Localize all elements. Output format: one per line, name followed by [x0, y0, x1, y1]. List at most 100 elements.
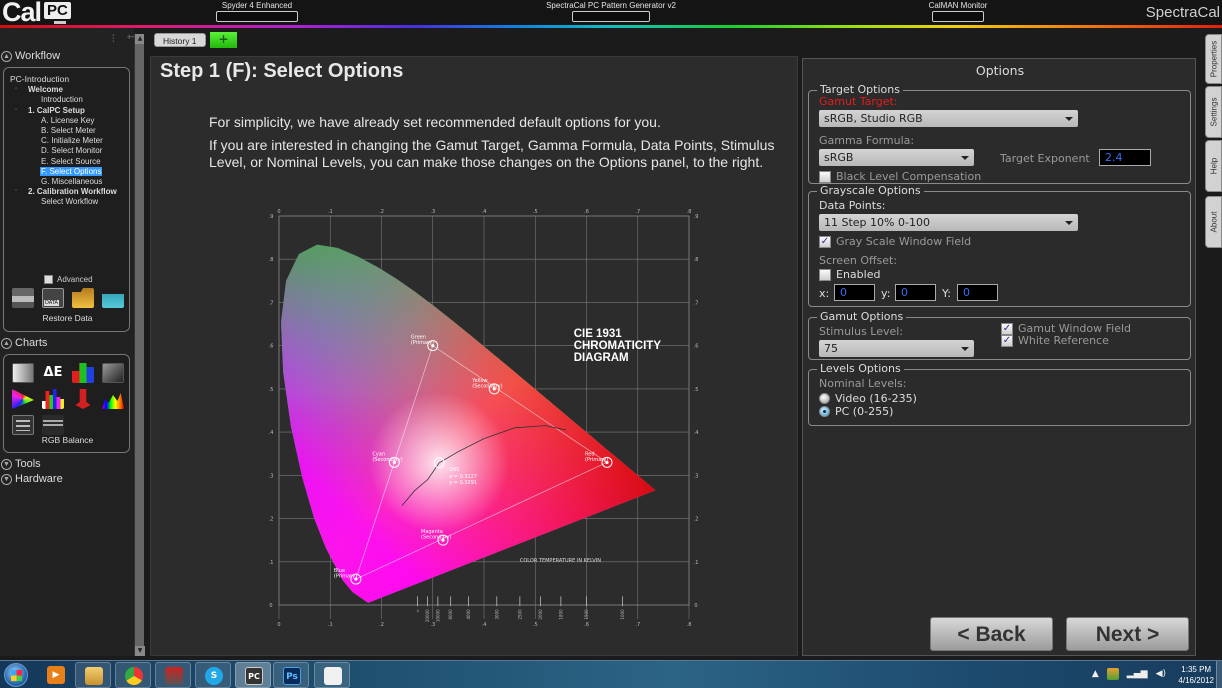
action-center-icon[interactable] [1106, 668, 1119, 680]
tree-item[interactable]: D. Select Monitor [10, 146, 117, 156]
checkbox-box[interactable] [819, 170, 831, 183]
file-explorer-icon[interactable] [75, 662, 111, 688]
upload-icon[interactable] [102, 294, 124, 308]
pc-levels-radio[interactable]: PC (0-255) [819, 405, 893, 418]
network-icon[interactable]: ▂▄▆ [1127, 669, 1148, 679]
delta-e-chart-icon[interactable]: ΔE [42, 363, 64, 383]
tree-item-label: A. License Key [41, 115, 95, 125]
tree-item[interactable]: Introduction [10, 95, 117, 105]
x-tick-label-top: .8 [687, 209, 692, 215]
tree-item-label: E. Select Source [41, 156, 101, 166]
open-folder-icon[interactable] [72, 288, 94, 308]
white-reference-checkbox[interactable]: ✓ White Reference [1001, 334, 1109, 347]
tree-item[interactable]: Select Workflow [10, 197, 117, 207]
color-temperature-icon[interactable] [75, 389, 91, 409]
nominal-levels-label: Nominal Levels: [819, 377, 907, 390]
printer-icon[interactable] [12, 288, 34, 308]
gamut-target-select[interactable]: sRGB, Studio RGB [819, 110, 1078, 127]
radio-button[interactable] [819, 393, 830, 404]
spectrum-chart-icon[interactable] [102, 393, 124, 409]
charts-header[interactable]: ▲ Charts [1, 337, 47, 349]
skype-icon[interactable]: S [195, 662, 231, 688]
step-content: Step 1 (F): Select Options For simplicit… [150, 56, 798, 656]
offset-y-input[interactable]: 0 [895, 284, 936, 301]
clock[interactable]: 1:35 PM 4/16/2012 [1178, 664, 1214, 686]
radio-button-selected[interactable] [819, 406, 830, 417]
video-levels-radio[interactable]: Video (16-235) [819, 392, 917, 405]
stimulus-level-select[interactable]: 75 [819, 340, 974, 357]
about-tab[interactable]: About [1205, 196, 1222, 248]
help-tab[interactable]: Help [1205, 140, 1222, 192]
offset-Y-input[interactable]: 0 [957, 284, 998, 301]
pin-icon[interactable]: ⫶ [112, 34, 115, 45]
photoshop-icon[interactable]: Ps [273, 662, 309, 688]
tree-item[interactable]: C. Initialize Meter [10, 136, 117, 146]
media-player-icon[interactable]: ▶ [38, 662, 74, 688]
workflow-header[interactable]: ▲ Workflow [1, 50, 60, 62]
checkbox-box[interactable]: ✓ [1001, 322, 1013, 335]
data-points-select[interactable]: 11 Step 10% 0-100 [819, 214, 1078, 231]
target-exponent-input[interactable]: 2.4 [1099, 149, 1151, 166]
sidebar-scrollbar[interactable]: ▲ ▼ [134, 34, 145, 656]
tree-item[interactable]: E. Select Source [10, 157, 117, 167]
color-point-role: (Secondary) [372, 457, 402, 463]
device-pattern-generator-label: SpectraCal PC Pattern Generator v2 [546, 1, 676, 10]
black-level-compensation-checkbox[interactable]: Black Level Compensation [819, 170, 981, 183]
cie-chart-icon[interactable] [12, 389, 34, 409]
color-histogram-icon[interactable] [42, 389, 64, 409]
tree-item[interactable]: 2. Calibration Workflow [10, 186, 117, 197]
kelvin-tick-label: ∞ [415, 609, 420, 612]
tree-item-selected[interactable]: F. Select Options [10, 166, 117, 177]
rgb-bars-chart-icon[interactable] [72, 363, 94, 383]
device-meter[interactable]: Spyder 4 Enhanced [216, 1, 298, 22]
chrome-icon[interactable] [115, 662, 151, 688]
calpc-icon[interactable]: PC [235, 662, 271, 688]
x-tick-label-bottom: .8 [687, 622, 692, 628]
offset-enabled-checkbox[interactable]: Enabled [819, 268, 880, 281]
settings-tab[interactable]: Settings [1205, 86, 1222, 138]
strip-chart-icon[interactable] [42, 415, 64, 435]
gray-scale-window-field-checkbox[interactable]: ✓ Gray Scale Window Field [819, 235, 971, 248]
checkbox-box[interactable]: ✓ [1001, 334, 1013, 347]
y-tick-label-left: .7 [269, 300, 274, 306]
document-icon[interactable] [314, 662, 350, 688]
tree-item[interactable]: 1. CalPC Setup [10, 105, 117, 116]
gamma-formula-select[interactable]: sRGB [819, 149, 974, 166]
history-tab[interactable]: History 1 [154, 33, 206, 47]
add-tab-button[interactable]: + [210, 32, 237, 48]
data-points-value: 11 Step 10% 0-100 [824, 216, 930, 229]
diagram-title-line: DIAGRAM [574, 352, 629, 364]
color-point-role: (Secondary) [472, 383, 502, 389]
tree-item[interactable]: Welcome [10, 84, 117, 95]
scroll-down-icon[interactable]: ▼ [135, 646, 145, 656]
show-desktop-button[interactable] [1216, 661, 1222, 688]
tree-item[interactable]: B. Select Meter [10, 126, 117, 136]
start-button[interactable] [4, 663, 28, 687]
save-data-icon[interactable] [42, 288, 64, 308]
app-icon[interactable] [155, 662, 191, 688]
tree-root[interactable]: PC-Introduction [10, 74, 117, 84]
tree-item[interactable]: A. License Key [10, 116, 117, 126]
back-button[interactable]: < Back [930, 617, 1053, 651]
diagram-title-line: CIE 1931 [574, 328, 623, 340]
properties-tab[interactable]: Properties [1205, 34, 1222, 84]
volume-icon[interactable]: ◀) [1156, 669, 1166, 679]
tools-header[interactable]: ▼ Tools [1, 458, 41, 470]
y-tick-label-right: .5 [694, 387, 699, 393]
grayscale-chart-icon[interactable] [12, 363, 34, 383]
data-table-icon[interactable] [12, 415, 34, 435]
advanced-checkbox-box[interactable] [44, 275, 53, 284]
tree-item-label: F. Select Options [40, 166, 103, 176]
device-pattern-generator[interactable]: SpectraCal PC Pattern Generator v2 [546, 1, 676, 22]
tree-item[interactable]: G. Miscellaneous [10, 177, 117, 187]
offset-x-label: x: [819, 287, 830, 300]
show-hidden-icons-icon[interactable]: ▲ [1092, 669, 1099, 679]
hardware-header[interactable]: ▼ Hardware [1, 473, 63, 485]
checkbox-box[interactable] [819, 268, 831, 281]
gamma-chart-icon[interactable] [102, 363, 124, 383]
device-monitor[interactable]: CalMAN Monitor [916, 1, 1000, 22]
checkbox-box[interactable]: ✓ [819, 235, 831, 248]
advanced-checkbox[interactable]: Advanced [44, 275, 93, 284]
offset-x-input[interactable]: 0 [834, 284, 875, 301]
next-button[interactable]: Next > [1066, 617, 1189, 651]
